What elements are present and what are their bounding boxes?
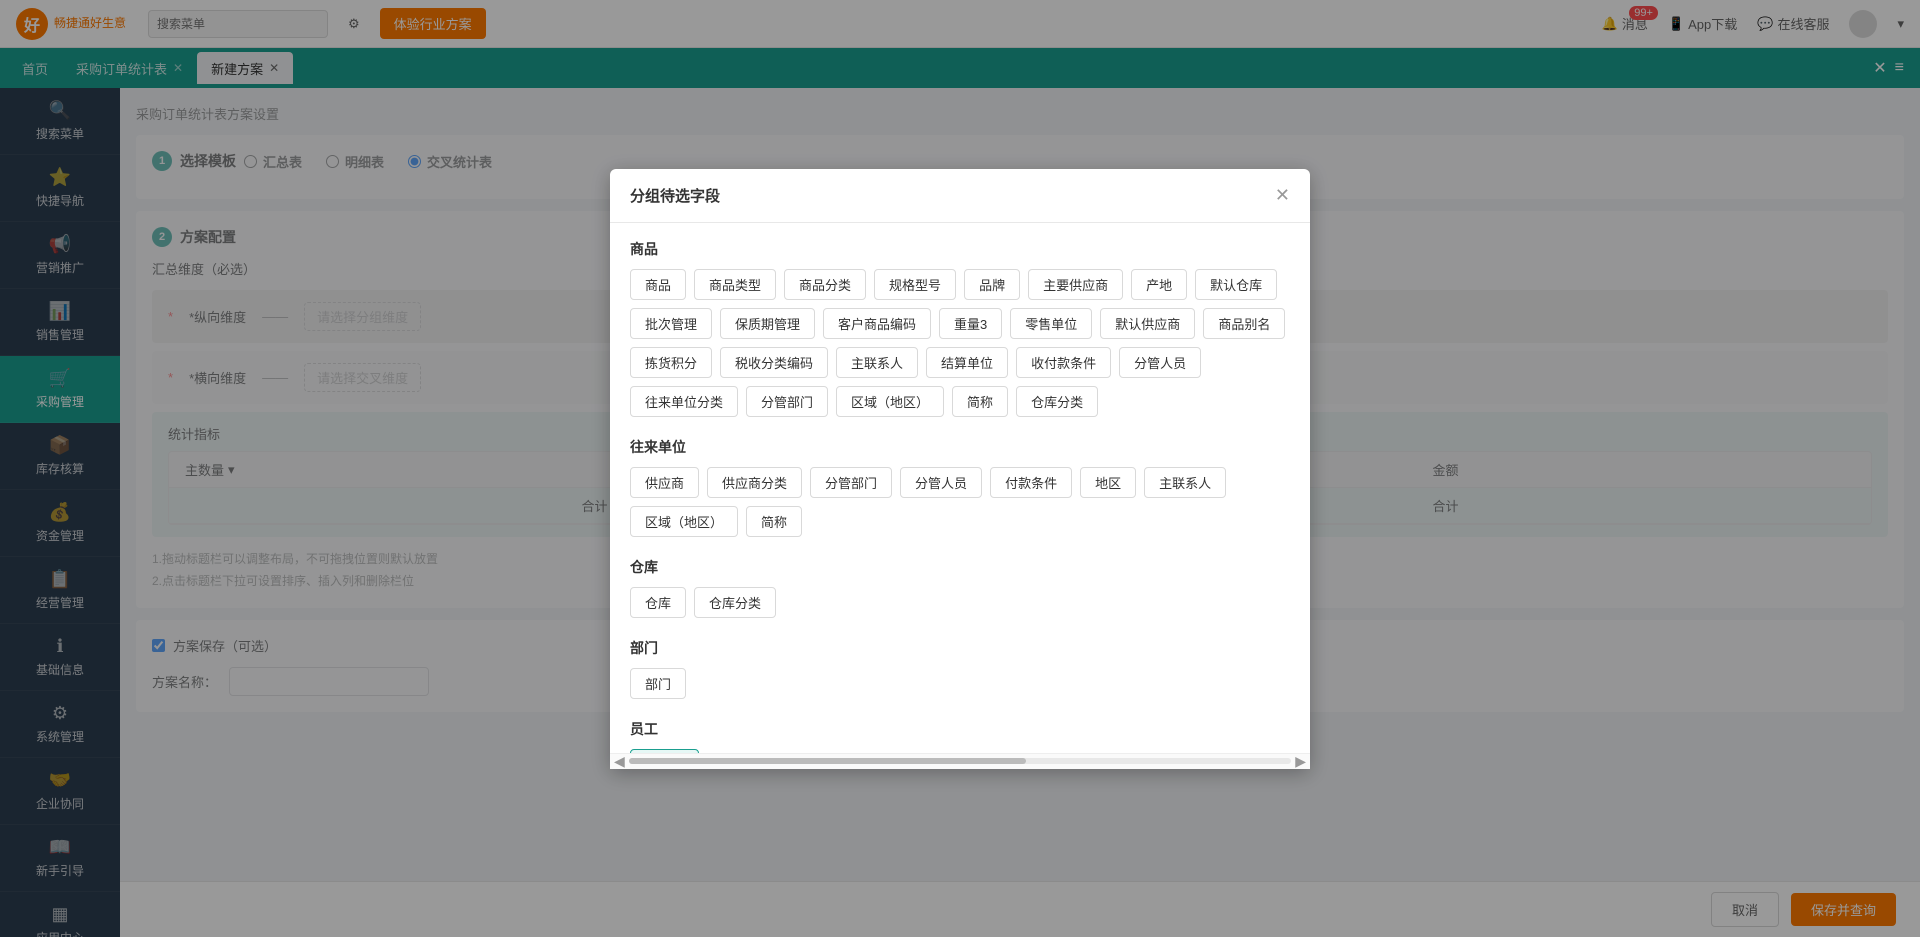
field-tag[interactable]: 商品 (630, 269, 686, 300)
field-tag[interactable]: 供应商 (630, 467, 699, 498)
field-tag[interactable]: 品牌 (964, 269, 1020, 300)
field-tag[interactable]: 商品类型 (694, 269, 776, 300)
field-tag[interactable]: 结算单位 (926, 347, 1008, 378)
modal-body: 商品 商品 商品类型 商品分类 规格型号 品牌 主要供应商 产地 默认仓库 批次… (610, 223, 1310, 753)
field-tag[interactable]: 分管部门 (810, 467, 892, 498)
section-department-fields: 部门 (630, 668, 1290, 699)
field-tag[interactable]: 商品别名 (1203, 308, 1285, 339)
field-tag[interactable]: 分管人员 (900, 467, 982, 498)
field-tag[interactable]: 仓库分类 (1016, 386, 1098, 417)
field-tag[interactable]: 税收分类编码 (720, 347, 828, 378)
field-tag[interactable]: 批次管理 (630, 308, 712, 339)
field-tag[interactable]: 区域（地区） (836, 386, 944, 417)
field-tag[interactable]: 往来单位分类 (630, 386, 738, 417)
modal-close-button[interactable]: ✕ (1275, 186, 1290, 204)
field-tag[interactable]: 主联系人 (836, 347, 918, 378)
field-tag[interactable]: 重量3 (939, 308, 1002, 339)
field-tag[interactable]: 主联系人 (1144, 467, 1226, 498)
field-tag[interactable]: 付款条件 (990, 467, 1072, 498)
field-tag[interactable]: 仓库 (630, 587, 686, 618)
field-tag[interactable]: 简称 (746, 506, 802, 537)
section-department: 部门 部门 (630, 638, 1290, 699)
section-warehouse: 仓库 仓库 仓库分类 (630, 557, 1290, 618)
section-partner-fields: 供应商 供应商分类 分管部门 分管人员 付款条件 地区 主联系人 区域（地区） … (630, 467, 1290, 537)
field-tag[interactable]: 分管部门 (746, 386, 828, 417)
scroll-thumb (629, 758, 1026, 764)
field-tag[interactable]: 默认仓库 (1195, 269, 1277, 300)
section-partner-title: 往来单位 (630, 437, 1290, 457)
scroll-right-arrow[interactable]: ▶ (1295, 753, 1306, 770)
section-goods-title: 商品 (630, 239, 1290, 259)
field-tag[interactable]: 规格型号 (874, 269, 956, 300)
field-tag[interactable]: 默认供应商 (1100, 308, 1195, 339)
scroll-left-arrow[interactable]: ◀ (614, 753, 625, 770)
field-tag[interactable]: 简称 (952, 386, 1008, 417)
modal: 分组待选字段 ✕ 商品 商品 商品类型 商品分类 规格型号 品牌 主要供应商 产… (610, 169, 1310, 769)
section-goods: 商品 商品 商品类型 商品分类 规格型号 品牌 主要供应商 产地 默认仓库 批次… (630, 239, 1290, 417)
section-employee-title: 员工 (630, 719, 1290, 739)
section-goods-fields: 商品 商品类型 商品分类 规格型号 品牌 主要供应商 产地 默认仓库 批次管理 … (630, 269, 1290, 417)
field-tag[interactable]: 主要供应商 (1028, 269, 1123, 300)
section-warehouse-fields: 仓库 仓库分类 (630, 587, 1290, 618)
modal-header: 分组待选字段 ✕ (610, 169, 1310, 223)
field-tag[interactable]: 产地 (1131, 269, 1187, 300)
scroll-track (629, 758, 1291, 764)
modal-title: 分组待选字段 (630, 185, 720, 206)
field-tag[interactable]: 地区 (1080, 467, 1136, 498)
field-tag[interactable]: 收付款条件 (1016, 347, 1111, 378)
section-employee: 员工 业务员 (630, 719, 1290, 753)
field-tag[interactable]: 部门 (630, 668, 686, 699)
modal-overlay[interactable]: 分组待选字段 ✕ 商品 商品 商品类型 商品分类 规格型号 品牌 主要供应商 产… (0, 0, 1920, 937)
field-tag[interactable]: 仓库分类 (694, 587, 776, 618)
field-tag[interactable]: 分管人员 (1119, 347, 1201, 378)
field-tag[interactable]: 区域（地区） (630, 506, 738, 537)
section-partner: 往来单位 供应商 供应商分类 分管部门 分管人员 付款条件 地区 主联系人 区域… (630, 437, 1290, 537)
modal-scroll-bar[interactable]: ◀ ▶ (610, 753, 1310, 769)
field-tag[interactable]: 拣货积分 (630, 347, 712, 378)
field-tag[interactable]: 商品分类 (784, 269, 866, 300)
field-tag[interactable]: 零售单位 (1010, 308, 1092, 339)
section-department-title: 部门 (630, 638, 1290, 658)
field-tag[interactable]: 保质期管理 (720, 308, 815, 339)
section-warehouse-title: 仓库 (630, 557, 1290, 577)
field-tag[interactable]: 供应商分类 (707, 467, 802, 498)
field-tag[interactable]: 客户商品编码 (823, 308, 931, 339)
